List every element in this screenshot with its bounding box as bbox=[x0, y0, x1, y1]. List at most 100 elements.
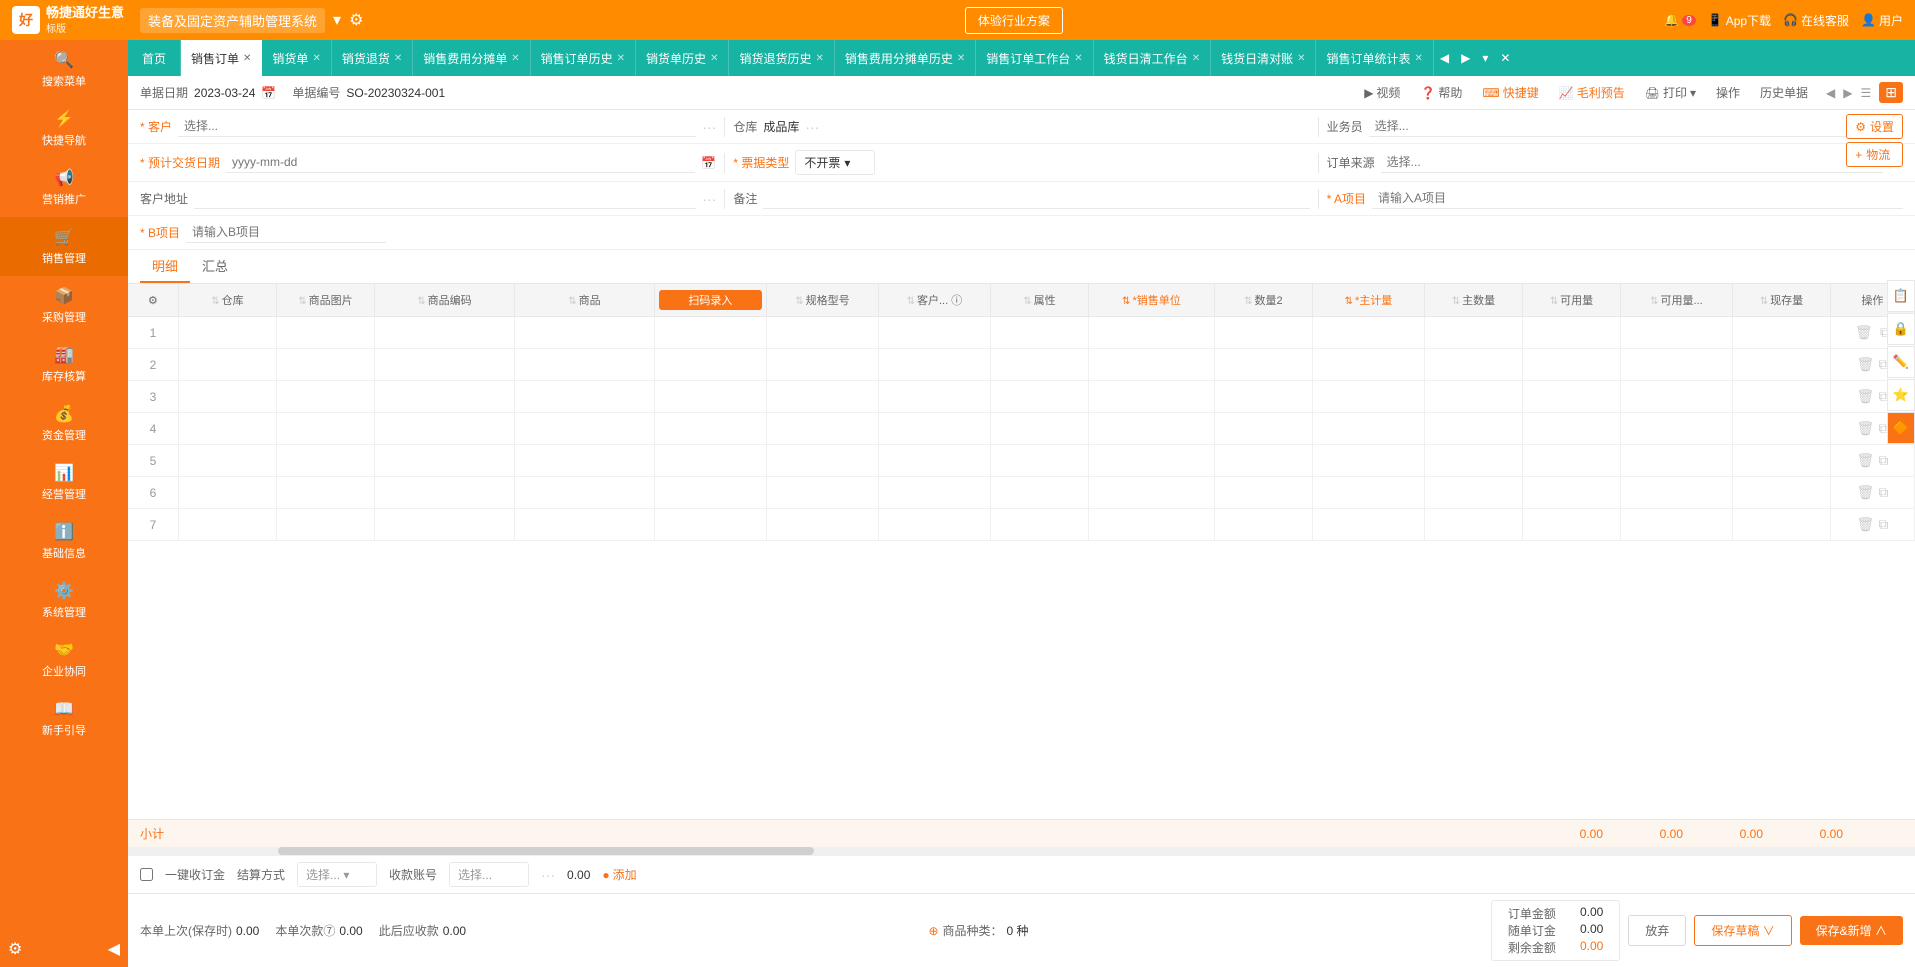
add-product-icon[interactable]: ⊕ bbox=[928, 924, 938, 938]
col-settings[interactable]: ⚙ bbox=[128, 284, 178, 317]
tab-sales-order-history[interactable]: 销售订单历史 ✕ bbox=[531, 40, 636, 76]
close-icon[interactable]: ✕ bbox=[815, 53, 823, 64]
b-project-input[interactable] bbox=[186, 222, 386, 243]
dropdown-icon[interactable]: ▾ bbox=[333, 10, 341, 30]
col-customer-code[interactable]: ⇅客户... ⓘ bbox=[878, 284, 990, 317]
customer-input[interactable] bbox=[178, 116, 696, 137]
settings-button[interactable]: ⚙ 设置 bbox=[1846, 114, 1903, 139]
delete-icon[interactable]: 🗑 bbox=[1855, 418, 1877, 438]
profit-btn[interactable]: 📈 毛利预告 bbox=[1553, 82, 1631, 103]
payment-method-select[interactable]: 选择... ▾ bbox=[297, 862, 377, 887]
col-current[interactable]: ⇅现存量 bbox=[1732, 284, 1830, 317]
one-click-checkbox[interactable] bbox=[140, 868, 153, 881]
sidebar-item-purchase[interactable]: 📦 采购管理 bbox=[0, 276, 128, 335]
row-main-unit[interactable] bbox=[1312, 317, 1424, 349]
col-qty2[interactable]: ⇅数量2 bbox=[1214, 284, 1312, 317]
copy-icon[interactable]: ⧉ bbox=[1876, 450, 1890, 470]
rs-icon-list[interactable]: 📋 bbox=[1887, 280, 1915, 312]
row-qty2[interactable] bbox=[1214, 317, 1312, 349]
col-available[interactable]: ⇅可用量 bbox=[1522, 284, 1620, 317]
account-select[interactable]: 选择... bbox=[449, 862, 529, 887]
scroll-thumb[interactable] bbox=[278, 847, 814, 855]
col-code[interactable]: ⇅商品编码 bbox=[374, 284, 514, 317]
tab-close-all-btn[interactable]: ✕ bbox=[1494, 40, 1516, 76]
sidebar-item-quick[interactable]: ⚡ 快捷导航 bbox=[0, 99, 128, 158]
save-draft-button[interactable]: 保存草稿 ∨ bbox=[1694, 915, 1791, 946]
address-input[interactable] bbox=[194, 188, 696, 209]
row-available[interactable] bbox=[1522, 317, 1620, 349]
close-icon[interactable]: ✕ bbox=[617, 53, 625, 64]
col-name[interactable]: ⇅商品 bbox=[514, 284, 654, 317]
online-support-btn[interactable]: 🎧 在线客服 bbox=[1783, 12, 1849, 29]
grid-view-btn[interactable]: ☰ bbox=[1861, 86, 1872, 100]
a-project-input[interactable] bbox=[1372, 188, 1903, 209]
close-icon[interactable]: ✕ bbox=[1297, 53, 1305, 64]
user-btn[interactable]: 👤 用户 bbox=[1861, 12, 1903, 29]
tab-next-btn[interactable]: ▶ bbox=[1455, 40, 1476, 76]
rs-icon-lock[interactable]: 🔒 bbox=[1887, 313, 1915, 345]
help-btn[interactable]: ❓ 帮助 bbox=[1414, 82, 1468, 103]
tab-sales-return[interactable]: 销货退货 ✕ bbox=[332, 40, 413, 76]
tab-return-history[interactable]: 销货退货历史 ✕ bbox=[729, 40, 834, 76]
close-icon[interactable]: ✕ bbox=[957, 53, 965, 64]
close-icon[interactable]: ✕ bbox=[312, 53, 320, 64]
close-icon[interactable]: ✕ bbox=[243, 53, 251, 64]
tab-daily-reconcile[interactable]: 钱货日清对账 ✕ bbox=[1211, 40, 1316, 76]
close-icon[interactable]: ✕ bbox=[710, 53, 718, 64]
sidebar-collapse-icon[interactable]: ◀ bbox=[108, 939, 120, 959]
expand-btn[interactable]: ⊞ bbox=[1879, 82, 1903, 103]
sidebar-settings-icon[interactable]: ⚙ bbox=[8, 939, 22, 959]
save-new-button[interactable]: 保存&新增 ∧ bbox=[1800, 916, 1903, 945]
solution-button[interactable]: 体验行业方案 bbox=[965, 7, 1063, 34]
sidebar-item-basic[interactable]: ℹ️ 基础信息 bbox=[0, 512, 128, 571]
sidebar-item-finance[interactable]: 💰 资金管理 bbox=[0, 394, 128, 453]
rs-icon-special[interactable]: 🔶 bbox=[1887, 412, 1915, 444]
sidebar-item-marketing[interactable]: 📢 营销推广 bbox=[0, 158, 128, 217]
tab-sales-order[interactable]: 销售订单 ✕ bbox=[181, 40, 262, 76]
staff-input[interactable] bbox=[1369, 116, 1883, 137]
row-main-qty[interactable] bbox=[1424, 317, 1522, 349]
col-spec[interactable]: ⇅规格型号 bbox=[766, 284, 878, 317]
tab-prev-btn[interactable]: ◀ bbox=[1434, 40, 1455, 76]
delete-icon[interactable]: 🗑 bbox=[1855, 514, 1877, 534]
close-icon[interactable]: ✕ bbox=[1415, 53, 1423, 64]
tab-sales-stats[interactable]: 销售订单统计表 ✕ bbox=[1316, 40, 1433, 76]
sidebar-item-search[interactable]: 🔍 搜索菜单 bbox=[0, 40, 128, 99]
prev-record-btn[interactable]: ◀ bbox=[1826, 86, 1835, 100]
account-more-btn[interactable]: ··· bbox=[541, 867, 555, 883]
row-attr[interactable] bbox=[990, 317, 1088, 349]
row-spec[interactable] bbox=[766, 317, 878, 349]
sidebar-item-operations[interactable]: 📊 经营管理 bbox=[0, 453, 128, 512]
app-download-btn[interactable]: 📱 App下载 bbox=[1708, 12, 1771, 29]
next-record-btn[interactable]: ▶ bbox=[1843, 86, 1852, 100]
scan-btn[interactable]: 扫码录入 bbox=[659, 290, 762, 310]
print-btn[interactable]: 🖨 打印 ▾ bbox=[1639, 82, 1702, 103]
notes-input[interactable] bbox=[763, 188, 1309, 209]
tab-sales-expense[interactable]: 销售费用分摊单 ✕ bbox=[413, 40, 530, 76]
delete-icon[interactable]: 🗑 bbox=[1855, 450, 1877, 470]
history-btn[interactable]: 历史单据 bbox=[1754, 82, 1814, 103]
col-main-qty[interactable]: ⇅主数量 bbox=[1424, 284, 1522, 317]
row-current[interactable] bbox=[1732, 317, 1830, 349]
row-code[interactable] bbox=[374, 317, 514, 349]
order-source-input[interactable] bbox=[1381, 152, 1883, 173]
tab-sales-bill-history[interactable]: 销货单历史 ✕ bbox=[636, 40, 729, 76]
close-icon[interactable]: ✕ bbox=[394, 53, 402, 64]
delete-icon[interactable]: 🗑 bbox=[1853, 322, 1875, 342]
row-unit[interactable] bbox=[1088, 317, 1214, 349]
view-btn[interactable]: ▶ 视频 bbox=[1358, 82, 1406, 103]
tab-sales-bill[interactable]: 销货单 ✕ bbox=[262, 40, 331, 76]
close-icon[interactable]: ✕ bbox=[1074, 53, 1082, 64]
delete-icon[interactable]: 🗑 bbox=[1855, 386, 1877, 406]
sidebar-item-sales[interactable]: 🛒 销售管理 bbox=[0, 217, 128, 276]
row-customer-code[interactable] bbox=[878, 317, 990, 349]
tab-menu-btn[interactable]: ▾ bbox=[1476, 40, 1494, 76]
tab-detail[interactable]: 明细 bbox=[140, 250, 190, 283]
notification-btn[interactable]: 🔔 9 bbox=[1664, 13, 1696, 27]
row-name[interactable] bbox=[514, 317, 654, 349]
logistics-button[interactable]: + 物流 bbox=[1846, 142, 1903, 167]
topbar-settings-icon[interactable]: ⚙ bbox=[349, 10, 363, 30]
col-scan[interactable]: 扫码录入 bbox=[654, 284, 766, 317]
horizontal-scrollbar[interactable] bbox=[128, 847, 1915, 855]
col-warehouse[interactable]: ⇅仓库 bbox=[178, 284, 276, 317]
